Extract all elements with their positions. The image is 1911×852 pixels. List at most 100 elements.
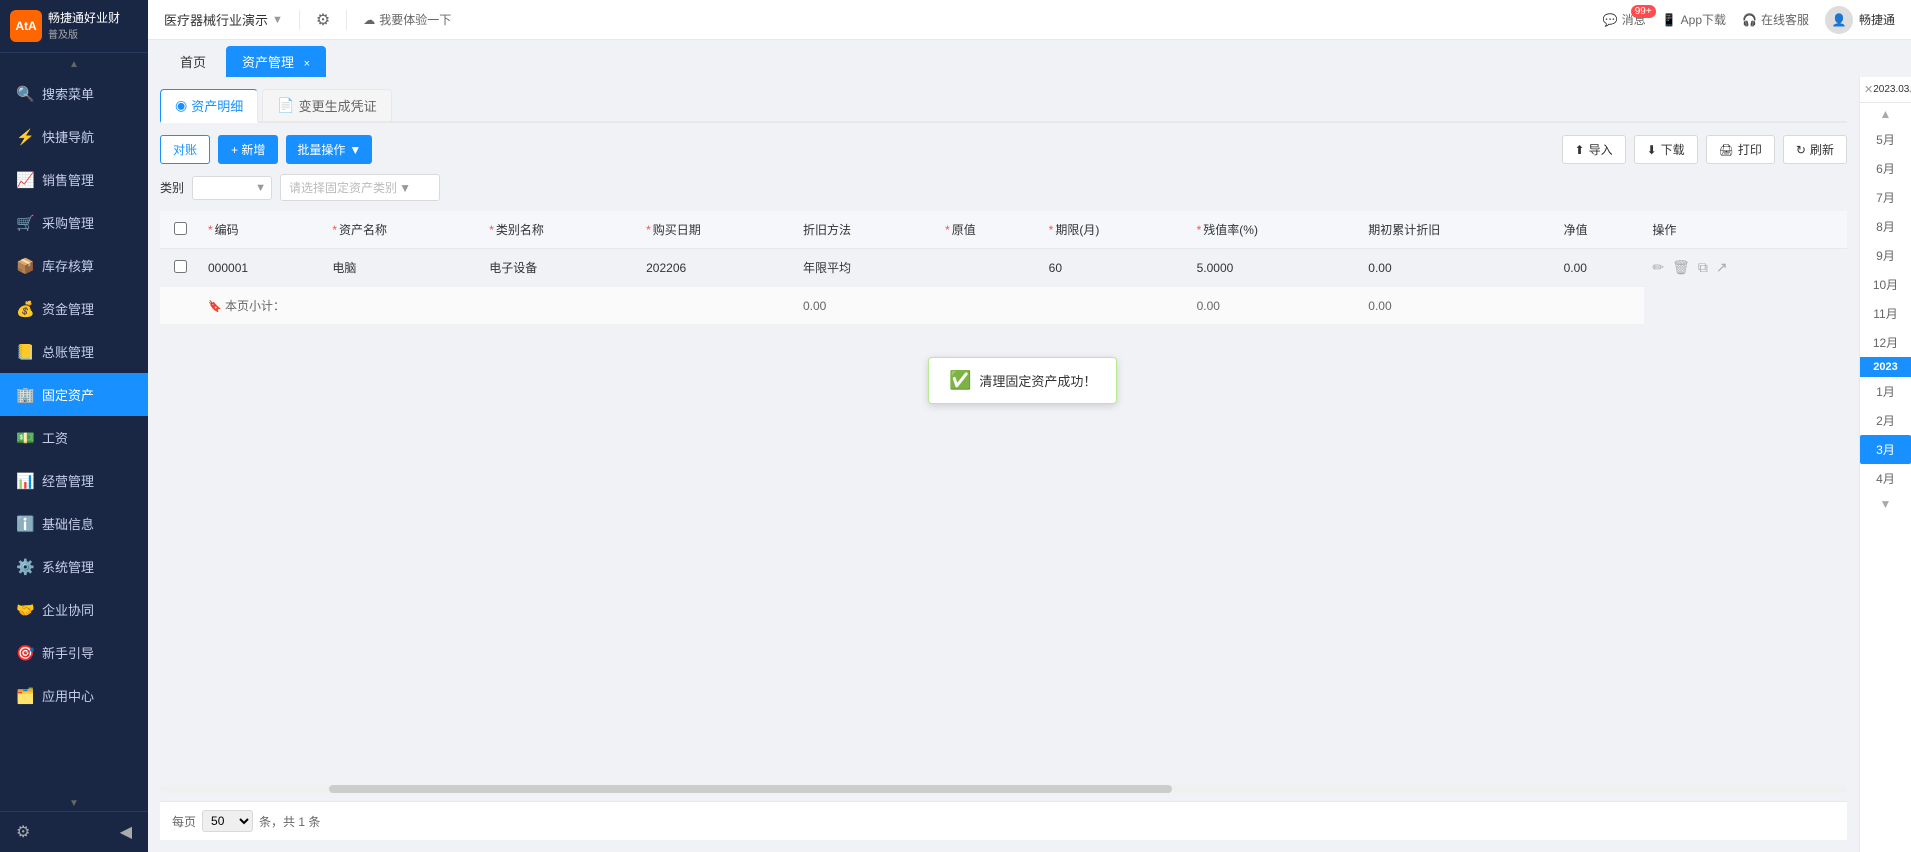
logo-sub: 普及版 xyxy=(48,26,120,41)
cal-month-11[interactable]: 11月 xyxy=(1860,299,1911,328)
calendar-arrow-up[interactable]: ▲ xyxy=(1860,103,1911,125)
settings-icon[interactable]: ⚙ xyxy=(16,822,30,842)
sidebar-scroll-up[interactable]: ▲ xyxy=(0,53,148,72)
sidebar-scroll-down[interactable]: ▼ xyxy=(0,792,148,811)
reconcile-button[interactable]: 对账 xyxy=(160,135,210,164)
customer-service-button[interactable]: 🎧 在线客服 xyxy=(1742,11,1809,28)
sidebar-item-ledger[interactable]: 📒 总账管理 xyxy=(0,330,148,373)
cal-month-1[interactable]: 1月 xyxy=(1860,377,1911,406)
sidebar-item-enterprise[interactable]: 🤝 企业协同 xyxy=(0,588,148,631)
cal-month-10[interactable]: 10月 xyxy=(1860,270,1911,299)
download-label: 下载 xyxy=(1661,141,1685,158)
cal-month-9[interactable]: 9月 xyxy=(1860,241,1911,270)
sidebar-item-guide[interactable]: 🎯 新手引导 xyxy=(0,631,148,674)
row-original-value xyxy=(937,249,1041,287)
select-all-checkbox[interactable] xyxy=(174,222,187,235)
import-label: 导入 xyxy=(1589,141,1613,158)
refresh-button[interactable]: ↻ 刷新 xyxy=(1783,135,1847,164)
download-icon: ⬇ xyxy=(1647,143,1657,157)
import-button[interactable]: ⬆ 导入 xyxy=(1562,135,1626,164)
row-checkbox-cell xyxy=(160,249,200,287)
new-button[interactable]: + 新增 xyxy=(218,135,278,164)
app-download-button[interactable]: 📱 App下载 xyxy=(1662,11,1726,28)
print-button[interactable]: 🖨 打印 xyxy=(1706,135,1775,164)
cal-month-12[interactable]: 12月 xyxy=(1860,328,1911,357)
header-period: *期限(月) xyxy=(1041,211,1189,249)
cal-month-6[interactable]: 6月 xyxy=(1860,154,1911,183)
sidebar-item-payroll[interactable]: 💵 工资 xyxy=(0,416,148,459)
cal-month-7[interactable]: 7月 xyxy=(1860,183,1911,212)
sidebar-item-label: 经营管理 xyxy=(42,471,94,490)
close-panel-icon[interactable]: ✕ xyxy=(1864,83,1873,96)
company-selector[interactable]: 医疗器械行业演示 ▼ xyxy=(164,10,283,29)
sidebar-item-label: 库存核算 xyxy=(42,256,94,275)
sidebar-item-system[interactable]: ⚙️ 系统管理 xyxy=(0,545,148,588)
tab-asset-management[interactable]: 资产管理 × xyxy=(226,46,326,77)
print-icon: 🖨 xyxy=(1719,143,1734,157)
cal-year-marker[interactable]: 2023 xyxy=(1860,357,1911,377)
sidebar-item-inventory[interactable]: 📦 库存核算 xyxy=(0,244,148,287)
batch-button[interactable]: 批量操作 ▼ xyxy=(286,135,372,164)
filter-row: 类别 ▼ 请选择固定资产类别 ▼ xyxy=(160,174,1847,201)
cal-month-2[interactable]: 2月 xyxy=(1860,406,1911,435)
per-page-select[interactable]: 50 100 200 xyxy=(202,810,253,832)
row-net-value: 0.00 xyxy=(1556,249,1645,287)
cal-month-4[interactable]: 4月 xyxy=(1860,464,1911,493)
company-name: 医疗器械行业演示 xyxy=(164,10,268,29)
more-icon[interactable]: ↗ xyxy=(1716,259,1728,276)
table-row: 000001 电脑 电子设备 202206 年限平均 60 5.0000 0.0… xyxy=(160,249,1847,287)
sidebar-item-finance[interactable]: 💰 资金管理 xyxy=(0,287,148,330)
row-residual-rate: 5.0000 xyxy=(1189,249,1361,287)
edit-icon[interactable]: ✏ xyxy=(1652,259,1664,276)
download-button[interactable]: ⬇ 下载 xyxy=(1634,135,1698,164)
sub-tab-asset-detail[interactable]: ◉ 资产明细 xyxy=(160,89,258,123)
row-code: 000001 xyxy=(200,249,324,287)
import-icon: ⬆ xyxy=(1575,143,1585,157)
cal-month-5[interactable]: 5月 xyxy=(1860,125,1911,154)
batch-dropdown-icon: ▼ xyxy=(349,143,361,157)
sidebar-item-basic-info[interactable]: ℹ️ 基础信息 xyxy=(0,502,148,545)
category-type-select[interactable]: 请选择固定资产类别 ▼ xyxy=(280,174,440,201)
tab-home[interactable]: 首页 xyxy=(164,46,222,77)
cal-month-8[interactable]: 8月 xyxy=(1860,212,1911,241)
copy-icon[interactable]: ⧉ xyxy=(1698,259,1708,276)
cal-month-3[interactable]: 3月 xyxy=(1860,435,1911,464)
topbar: 医疗器械行业演示 ▼ ⚙ ☁ 我要体验一下 💬 消息 99+ 📱 App下载 🎧… xyxy=(148,0,1911,40)
sidebar-item-label: 系统管理 xyxy=(42,557,94,576)
sidebar-item-operations[interactable]: 📊 经营管理 xyxy=(0,459,148,502)
calendar-arrow-down[interactable]: ▼ xyxy=(1860,493,1911,515)
delete-icon[interactable]: 🗑 xyxy=(1672,259,1690,276)
row-category: 电子设备 xyxy=(481,249,638,287)
category-select[interactable] xyxy=(192,176,272,200)
sidebar: AtA 畅捷通好业财 普及版 ▲ 🔍 搜索菜单 ⚡ 快捷导航 📈 销售管理 🛒 … xyxy=(0,0,148,852)
tab-close-icon[interactable]: × xyxy=(304,58,310,70)
sub-tabs: ◉ 资产明细 📄 变更生成凭证 xyxy=(160,89,1847,123)
header-code: *编码 xyxy=(200,211,324,249)
action-icons: ✏ 🗑 ⧉ ↗ xyxy=(1652,259,1839,276)
message-icon: 💬 xyxy=(1603,13,1618,27)
collapse-icon[interactable]: ◀ xyxy=(120,822,132,842)
quicknav-icon: ⚡ xyxy=(16,128,34,146)
total-label: 条，共 1 条 xyxy=(259,813,320,830)
toolbar: 对账 + 新增 批量操作 ▼ ⬆ 导入 ⬇ 下载 xyxy=(160,135,1847,164)
sub-tab-voucher[interactable]: 📄 变更生成凭证 xyxy=(262,89,391,121)
sidebar-item-purchase[interactable]: 🛒 采购管理 xyxy=(0,201,148,244)
sidebar-item-sales[interactable]: 📈 销售管理 xyxy=(0,158,148,201)
category-select-wrap: ▼ xyxy=(192,176,272,200)
tab-asset-label: 资产管理 xyxy=(242,55,294,70)
horizontal-scrollbar[interactable] xyxy=(160,777,1847,801)
sidebar-item-quicknav[interactable]: ⚡ 快捷导航 xyxy=(0,115,148,158)
app-download-label: App下载 xyxy=(1681,11,1726,28)
sidebar-item-appstore[interactable]: 🗂️ 应用中心 xyxy=(0,674,148,717)
topbar-right: 💬 消息 99+ 📱 App下载 🎧 在线客服 👤 畅捷通 xyxy=(1603,6,1895,34)
row-checkbox[interactable] xyxy=(174,260,187,273)
sidebar-item-fixed-assets[interactable]: 🏢 固定资产 xyxy=(0,373,148,416)
message-button[interactable]: 💬 消息 99+ xyxy=(1603,11,1646,28)
customer-service-label: 在线客服 xyxy=(1761,11,1809,28)
sidebar-item-search[interactable]: 🔍 搜索菜单 xyxy=(0,72,148,115)
experience-button[interactable]: ☁ 我要体验一下 xyxy=(363,11,451,28)
sidebar-item-label: 采购管理 xyxy=(42,213,94,232)
user-profile[interactable]: 👤 畅捷通 xyxy=(1825,6,1895,34)
finance-icon: 💰 xyxy=(16,300,34,318)
settings-gear-icon[interactable]: ⚙ xyxy=(316,10,330,30)
